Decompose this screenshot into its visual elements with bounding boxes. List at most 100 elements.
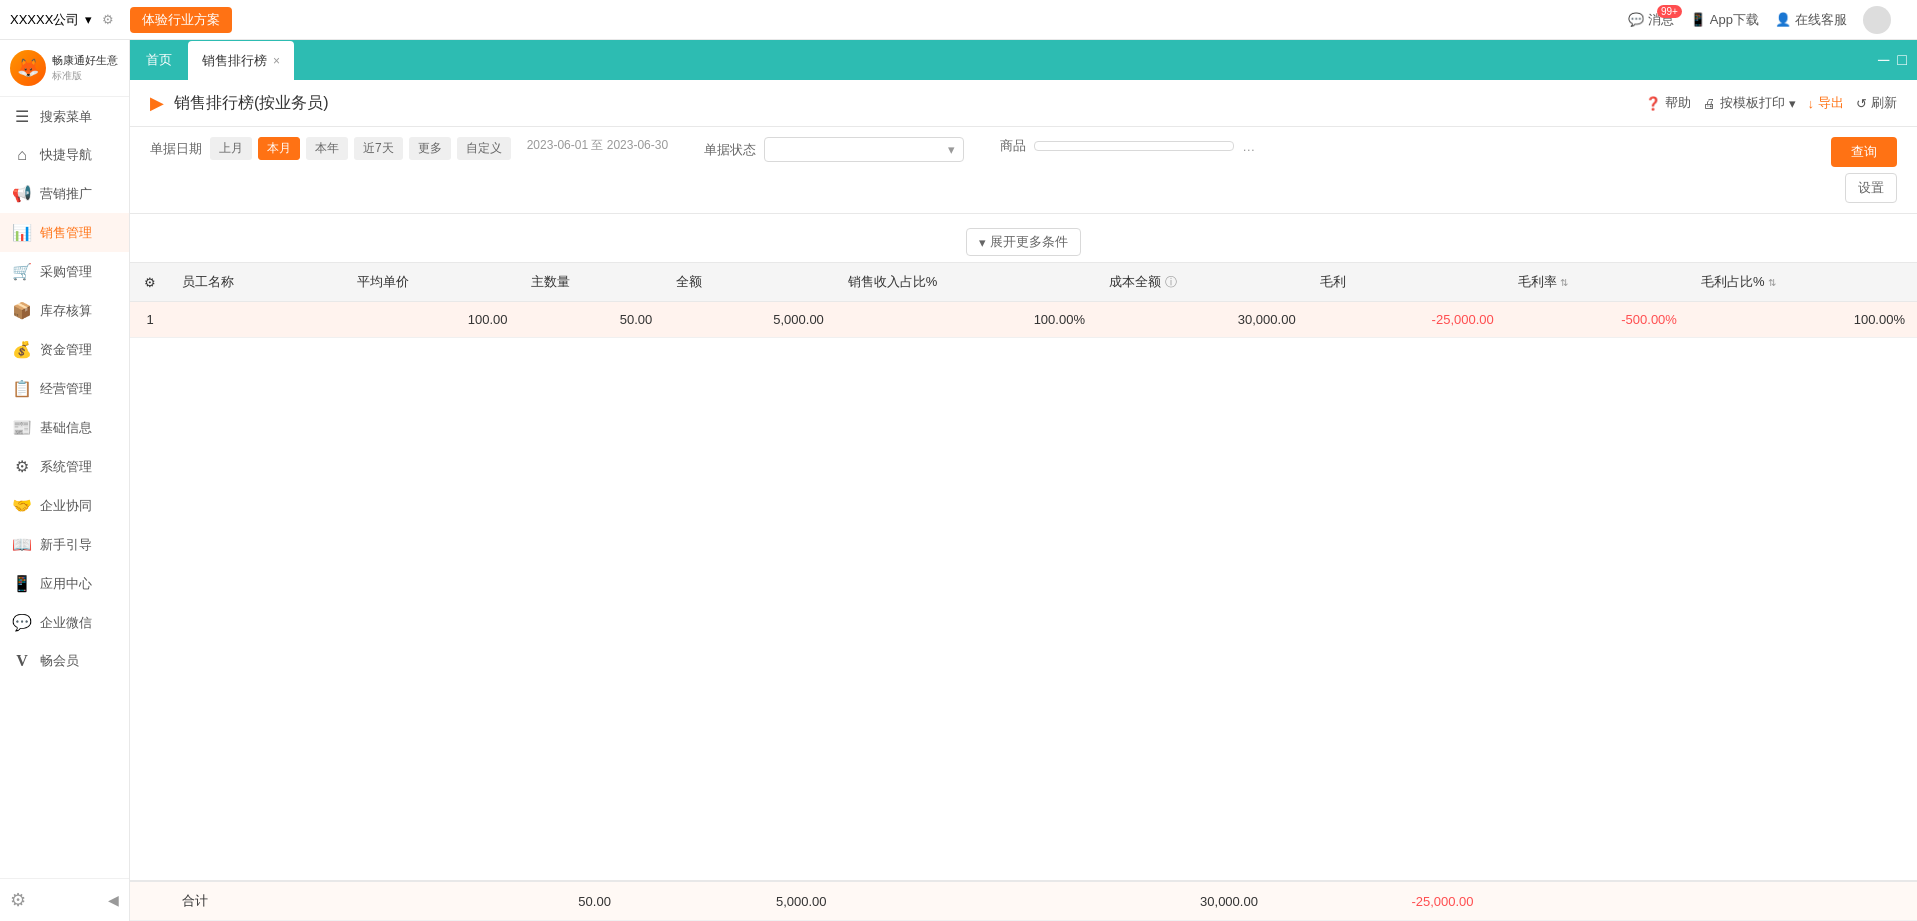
- wechat-icon: 💬: [12, 613, 32, 632]
- operations-icon: 📋: [12, 379, 32, 398]
- goods-select[interactable]: [1034, 141, 1234, 151]
- date-label: 单据日期: [150, 140, 202, 158]
- goods-label: 商品: [1000, 137, 1026, 155]
- goods-more[interactable]: …: [1242, 139, 1255, 154]
- print-dropdown-icon[interactable]: ▾: [1789, 96, 1796, 111]
- sidebar-item-purchase[interactable]: 🛒 采购管理: [0, 252, 129, 291]
- page-header: ▶ 销售排行榜(按业务员) ❓ 帮助 🖨 按模板打印 ▾: [130, 80, 1917, 127]
- help-label: 帮助: [1665, 94, 1691, 112]
- sidebar-item-label: 企业协同: [40, 497, 92, 515]
- collapse-btn[interactable]: ▶: [150, 92, 164, 114]
- message-badge: 99+: [1657, 5, 1682, 18]
- export-btn[interactable]: ↓ 导出: [1808, 94, 1845, 112]
- page-content: ▶ 销售排行榜(按业务员) ❓ 帮助 🖨 按模板打印 ▾: [130, 80, 1917, 921]
- help-btn[interactable]: ❓ 帮助: [1645, 94, 1691, 112]
- sidebar-item-member[interactable]: V 畅会员: [0, 642, 129, 680]
- col-avg-price: 平均单价: [345, 263, 520, 302]
- sidebar-item-wechat[interactable]: 💬 企业微信: [0, 603, 129, 642]
- sidebar-item-finance[interactable]: 💰 资金管理: [0, 330, 129, 369]
- content-area: 首页 销售排行榜 × ─ □ ▶ 销售排行榜(按业务员): [130, 40, 1917, 921]
- company-dropdown-icon: ▾: [85, 12, 92, 27]
- table-section: ⚙ 员工名称 平均单价 主数量 全额 销售收入占比% 成本全额 ⓘ: [130, 263, 1917, 921]
- table-header: ⚙ 员工名称 平均单价 主数量 全额 销售收入占比% 成本全额 ⓘ: [130, 263, 1917, 302]
- sidebar-item-system[interactable]: ⚙ 系统管理: [0, 447, 129, 486]
- sidebar-item-guide[interactable]: 📖 新手引导: [0, 525, 129, 564]
- template-print-btn[interactable]: 🖨 按模板打印 ▾: [1703, 94, 1796, 112]
- table-footer: 合计 50.00 5,000.00 30,000.00 -25,000.00: [130, 880, 1917, 921]
- sidebar-item-operations[interactable]: 📋 经营管理: [0, 369, 129, 408]
- sidebar-item-apps[interactable]: 📱 应用中心: [0, 564, 129, 603]
- logo-icon: 🦊: [10, 50, 46, 86]
- inventory-icon: 📦: [12, 301, 32, 320]
- table-wrapper[interactable]: ⚙ 员工名称 平均单价 主数量 全额 销售收入占比% 成本全额 ⓘ: [130, 263, 1917, 880]
- sidebar-collapse-icon[interactable]: ◀: [108, 892, 119, 908]
- date-filter: 单据日期 上月 本月 本年 近7天 更多 自定义: [150, 137, 511, 160]
- tab-close-btn[interactable]: ×: [273, 54, 280, 68]
- refresh-icon: ↺: [1856, 96, 1867, 111]
- sidebar-item-basic-info[interactable]: 📰 基础信息: [0, 408, 129, 447]
- tab-maximize-btn[interactable]: □: [1897, 51, 1907, 69]
- tab-home[interactable]: 首页: [130, 40, 188, 80]
- service-icon: 👤: [1775, 12, 1791, 27]
- date-btn-this-month[interactable]: 本月: [258, 137, 300, 160]
- footer-profit: -25,000.00: [1270, 881, 1486, 921]
- sidebar-item-quicknav[interactable]: ⌂ 快捷导航: [0, 136, 129, 174]
- message-btn[interactable]: 💬 消息 99+: [1628, 11, 1674, 29]
- member-icon: V: [12, 652, 32, 670]
- top-bar-right: 💬 消息 99+ 📱 App下载 👤 在线客服: [1628, 6, 1907, 34]
- sidebar-item-label: 新手引导: [40, 536, 92, 554]
- sidebar-item-label: 畅会员: [40, 652, 79, 670]
- tab-sales-ranking[interactable]: 销售排行榜 ×: [188, 41, 294, 81]
- print-icon: 🖨: [1703, 96, 1716, 111]
- cell-name: [170, 302, 345, 338]
- settings-btn[interactable]: 设置: [1845, 173, 1897, 203]
- status-select[interactable]: ▾: [764, 137, 964, 162]
- tab-bar: 首页 销售排行榜 × ─ □: [130, 40, 1917, 80]
- page-actions: ❓ 帮助 🖨 按模板打印 ▾ ↓ 导出 ↺: [1645, 94, 1898, 112]
- date-btn-more[interactable]: 更多: [409, 137, 451, 160]
- industry-btn[interactable]: 体验行业方案: [130, 7, 232, 33]
- query-btn[interactable]: 查询: [1831, 137, 1897, 167]
- sidebar-item-sales[interactable]: 📊 销售管理: [0, 213, 129, 252]
- tab-label: 销售排行榜: [202, 52, 267, 70]
- col-settings[interactable]: ⚙: [130, 263, 170, 302]
- date-btn-custom[interactable]: 自定义: [457, 137, 511, 160]
- expand-more-btn[interactable]: ▾ 展开更多条件: [966, 228, 1081, 256]
- sidebar-settings-icon[interactable]: ⚙: [10, 889, 26, 911]
- tab-minimize-btn[interactable]: ─: [1878, 51, 1889, 69]
- avatar[interactable]: [1863, 6, 1891, 34]
- table-row: 1 100.00 50.00 5,000.00 100.00% 30,000.0…: [130, 302, 1917, 338]
- cell-sales-pct: 100.00%: [836, 302, 1097, 338]
- settings-icon[interactable]: ⚙: [102, 12, 114, 27]
- company-selector[interactable]: XXXXX公司 ▾: [10, 11, 92, 29]
- date-btn-7days[interactable]: 近7天: [354, 137, 403, 160]
- expand-label: 展开更多条件: [990, 233, 1068, 251]
- help-icon: ❓: [1645, 96, 1661, 111]
- sidebar-item-collab[interactable]: 🤝 企业协同: [0, 486, 129, 525]
- online-service-btn[interactable]: 👤 在线客服: [1775, 11, 1847, 29]
- sidebar-logo: 🦊 畅康通好生意 标准版: [0, 40, 129, 97]
- app-download-btn[interactable]: 📱 App下载: [1690, 11, 1759, 29]
- profit-rate-sort-icon[interactable]: ⇅: [1560, 277, 1568, 288]
- purchase-icon: 🛒: [12, 262, 32, 281]
- sidebar-item-inventory[interactable]: 📦 库存核算: [0, 291, 129, 330]
- sidebar: 🦊 畅康通好生意 标准版 ☰ 搜索菜单 ⌂ 快捷导航 📢 营销推广 📊 销售: [0, 40, 130, 921]
- main-layout: 🦊 畅康通好生意 标准版 ☰ 搜索菜单 ⌂ 快捷导航 📢 营销推广 📊 销售: [0, 40, 1917, 921]
- collab-icon: 🤝: [12, 496, 32, 515]
- sidebar-item-label: 基础信息: [40, 419, 92, 437]
- sidebar-item-search[interactable]: ☰ 搜索菜单: [0, 97, 129, 136]
- status-label: 单据状态: [704, 141, 756, 159]
- col-profit: 毛利: [1308, 263, 1506, 302]
- print-label: 按模板打印: [1720, 94, 1785, 112]
- message-icon: 💬: [1628, 12, 1644, 27]
- col-main-qty: 主数量: [519, 263, 664, 302]
- cost-info-icon[interactable]: ⓘ: [1165, 275, 1177, 289]
- cell-avg-price: 100.00: [345, 302, 520, 338]
- refresh-btn[interactable]: ↺ 刷新: [1856, 94, 1897, 112]
- date-btn-last-month[interactable]: 上月: [210, 137, 252, 160]
- date-btn-this-year[interactable]: 本年: [306, 137, 348, 160]
- col-name: 员工名称: [170, 263, 345, 302]
- profit-pct-sort-icon[interactable]: ⇅: [1768, 277, 1776, 288]
- sidebar-item-marketing[interactable]: 📢 营销推广: [0, 174, 129, 213]
- footer-profit-pct: [1701, 881, 1917, 921]
